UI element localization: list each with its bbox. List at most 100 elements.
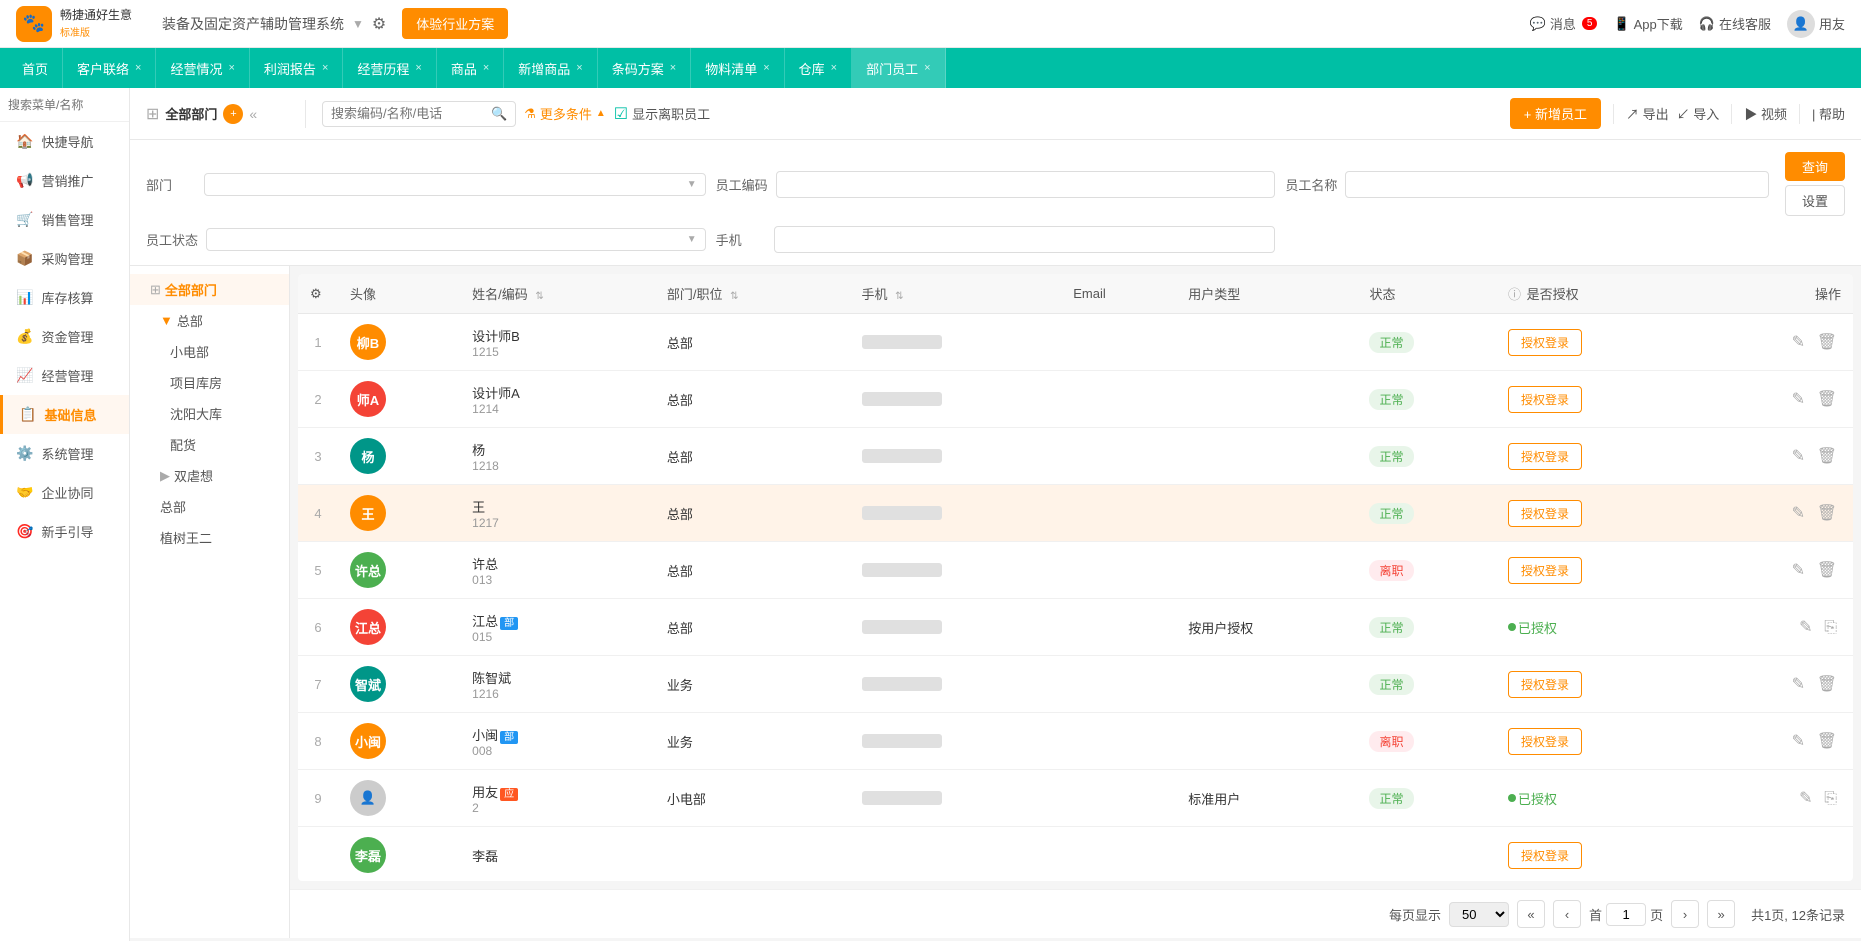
col-phone[interactable]: 手机 ⇅ bbox=[850, 274, 1062, 314]
tab-barcode[interactable]: 条码方案 × bbox=[598, 48, 691, 88]
prev-page-btn[interactable]: ‹ bbox=[1553, 900, 1581, 928]
tree-item-shuangni[interactable]: ▶ 双虐想 bbox=[130, 460, 289, 491]
sidebar-item-business[interactable]: 📈 经营管理 bbox=[0, 356, 129, 395]
auth-info-icon[interactable]: ⓘ bbox=[1508, 287, 1521, 302]
tree-item-project-warehouse[interactable]: 项目库房 bbox=[130, 367, 289, 398]
tree-item-xiaodibu[interactable]: 小电部 bbox=[130, 336, 289, 367]
experience-btn[interactable]: 体验行业方案 bbox=[402, 8, 508, 39]
auth-btn[interactable]: 授权登录 bbox=[1508, 557, 1582, 584]
sidebar-item-inventory[interactable]: 📊 库存核算 bbox=[0, 278, 129, 317]
user-btn[interactable]: 👤 用友 bbox=[1787, 10, 1845, 38]
emp-status-select[interactable]: ▼ bbox=[206, 228, 706, 251]
title-dropdown-icon[interactable]: ▼ bbox=[352, 17, 364, 31]
auth-btn[interactable]: 授权登录 bbox=[1508, 728, 1582, 755]
auth-btn[interactable]: 授权登录 bbox=[1508, 671, 1582, 698]
auth-btn[interactable]: 授权登录 bbox=[1508, 386, 1582, 413]
dept-select[interactable]: ▼ bbox=[204, 173, 706, 196]
tree-item-shenyang[interactable]: 沈阳大库 bbox=[130, 398, 289, 429]
close-add-goods-icon[interactable]: × bbox=[576, 62, 582, 74]
first-page-btn[interactable]: « bbox=[1517, 900, 1545, 928]
sort-dept-icon[interactable]: ⇅ bbox=[730, 291, 738, 302]
gear-button[interactable]: ⚙ bbox=[372, 14, 386, 34]
close-dept-icon[interactable]: × bbox=[924, 62, 930, 74]
close-bom-icon[interactable]: × bbox=[763, 62, 769, 74]
collapse-dept-btn[interactable]: « bbox=[249, 106, 257, 122]
delete-btn[interactable]: 🗑 bbox=[1813, 558, 1841, 582]
sort-name-icon[interactable]: ⇅ bbox=[535, 291, 543, 302]
search-submit-icon[interactable]: 🔍 bbox=[491, 106, 507, 122]
edit-btn[interactable]: ✎ bbox=[1788, 387, 1809, 411]
close-warehouse-icon[interactable]: × bbox=[831, 62, 837, 74]
close-customer-icon[interactable]: × bbox=[135, 62, 141, 74]
edit-btn[interactable]: ✎ bbox=[1795, 786, 1816, 810]
tree-item-headquarters[interactable]: ▼ 总部 bbox=[130, 305, 289, 336]
delete-btn[interactable]: 🗑 bbox=[1813, 501, 1841, 525]
sidebar-item-purchase[interactable]: 📦 采购管理 bbox=[0, 239, 129, 278]
add-dept-icon[interactable]: + bbox=[223, 104, 243, 124]
tab-warehouse[interactable]: 仓库 × bbox=[785, 48, 852, 88]
auth-btn[interactable]: 授权登录 bbox=[1508, 329, 1582, 356]
emp-code-input[interactable] bbox=[776, 171, 1276, 198]
clone-btn[interactable]: ⎘ bbox=[1820, 788, 1841, 810]
close-goods-icon[interactable]: × bbox=[483, 62, 489, 74]
close-operation-icon[interactable]: × bbox=[228, 62, 234, 74]
tab-home[interactable]: 首页 bbox=[8, 48, 63, 88]
tab-operation[interactable]: 经营情况 × bbox=[156, 48, 249, 88]
page-size-select[interactable]: 10 20 50 100 bbox=[1449, 902, 1509, 927]
sidebar-item-finance[interactable]: 💰 资金管理 bbox=[0, 317, 129, 356]
sidebar-item-basic-info[interactable]: 📋 基础信息 bbox=[0, 395, 129, 434]
tab-goods[interactable]: 商品 × bbox=[437, 48, 504, 88]
tree-item-hq2[interactable]: 总部 bbox=[130, 491, 289, 522]
tab-bom[interactable]: 物料清单 × bbox=[691, 48, 784, 88]
query-btn[interactable]: 查询 bbox=[1785, 152, 1845, 181]
sidebar-item-collab[interactable]: 🤝 企业协同 bbox=[0, 473, 129, 512]
sidebar-item-guide[interactable]: 🎯 新手引导 bbox=[0, 512, 129, 551]
sidebar-item-marketing[interactable]: 📢 营销推广 bbox=[0, 161, 129, 200]
more-filters-btn[interactable]: ⚗ 更多条件 ▲ bbox=[524, 104, 606, 123]
edit-btn[interactable]: ✎ bbox=[1788, 558, 1809, 582]
edit-btn[interactable]: ✎ bbox=[1788, 672, 1809, 696]
last-page-btn[interactable]: » bbox=[1707, 900, 1735, 928]
delete-btn[interactable]: 🗑 bbox=[1813, 387, 1841, 411]
search-input[interactable] bbox=[331, 106, 491, 121]
online-service-btn[interactable]: 🎧 在线客服 bbox=[1699, 14, 1771, 33]
tree-item-zhishu[interactable]: 植树王二 bbox=[130, 522, 289, 553]
edit-btn[interactable]: ✎ bbox=[1788, 330, 1809, 354]
app-download-btn[interactable]: 📱 App下载 bbox=[1613, 14, 1682, 33]
sidebar-search-input[interactable] bbox=[8, 98, 130, 112]
col-settings[interactable]: ⚙ bbox=[298, 274, 338, 314]
tab-customer[interactable]: 客户联络 × bbox=[63, 48, 156, 88]
edit-btn[interactable]: ✎ bbox=[1788, 444, 1809, 468]
show-archived-toggle[interactable]: ☑ 显示离职员工 bbox=[614, 104, 710, 124]
auth-btn[interactable]: 授权登录 bbox=[1508, 842, 1582, 869]
sort-phone-icon[interactable]: ⇅ bbox=[895, 291, 903, 302]
tab-dept-employee[interactable]: 部门员工 × bbox=[852, 48, 945, 88]
tab-profit[interactable]: 利润报告 × bbox=[250, 48, 343, 88]
help-btn[interactable]: | 帮助 bbox=[1812, 104, 1845, 123]
col-settings-icon[interactable]: ⚙ bbox=[310, 286, 322, 301]
sidebar-item-system[interactable]: ⚙️ 系统管理 bbox=[0, 434, 129, 473]
delete-btn[interactable]: 🗑 bbox=[1813, 444, 1841, 468]
tree-item-distribution[interactable]: 配货 bbox=[130, 429, 289, 460]
clone-btn[interactable]: ⎘ bbox=[1820, 617, 1841, 639]
add-employee-btn[interactable]: + 新增员工 bbox=[1510, 98, 1601, 129]
emp-name-input[interactable] bbox=[1345, 171, 1769, 198]
edit-btn[interactable]: ✎ bbox=[1788, 501, 1809, 525]
col-dept[interactable]: 部门/职位 ⇅ bbox=[655, 274, 850, 314]
tab-history[interactable]: 经营历程 × bbox=[343, 48, 436, 88]
export-btn[interactable]: ↗ 导出 bbox=[1626, 104, 1669, 123]
tab-add-goods[interactable]: 新增商品 × bbox=[504, 48, 597, 88]
close-barcode-icon[interactable]: × bbox=[670, 62, 676, 74]
col-name[interactable]: 姓名/编码 ⇅ bbox=[460, 274, 655, 314]
delete-btn[interactable]: 🗑 bbox=[1813, 330, 1841, 354]
page-number-input[interactable] bbox=[1606, 903, 1646, 926]
close-history-icon[interactable]: × bbox=[415, 62, 421, 74]
sidebar-item-sales[interactable]: 🛒 销售管理 bbox=[0, 200, 129, 239]
import-btn[interactable]: ↙ 导入 bbox=[1677, 104, 1720, 123]
phone-input[interactable] bbox=[774, 226, 1276, 253]
sidebar-item-quick-nav[interactable]: 🏠 快捷导航 bbox=[0, 122, 129, 161]
delete-btn[interactable]: 🗑 bbox=[1813, 672, 1841, 696]
edit-btn[interactable]: ✎ bbox=[1788, 729, 1809, 753]
close-profit-icon[interactable]: × bbox=[322, 62, 328, 74]
message-btn[interactable]: 💬 消息 5 bbox=[1530, 14, 1598, 33]
